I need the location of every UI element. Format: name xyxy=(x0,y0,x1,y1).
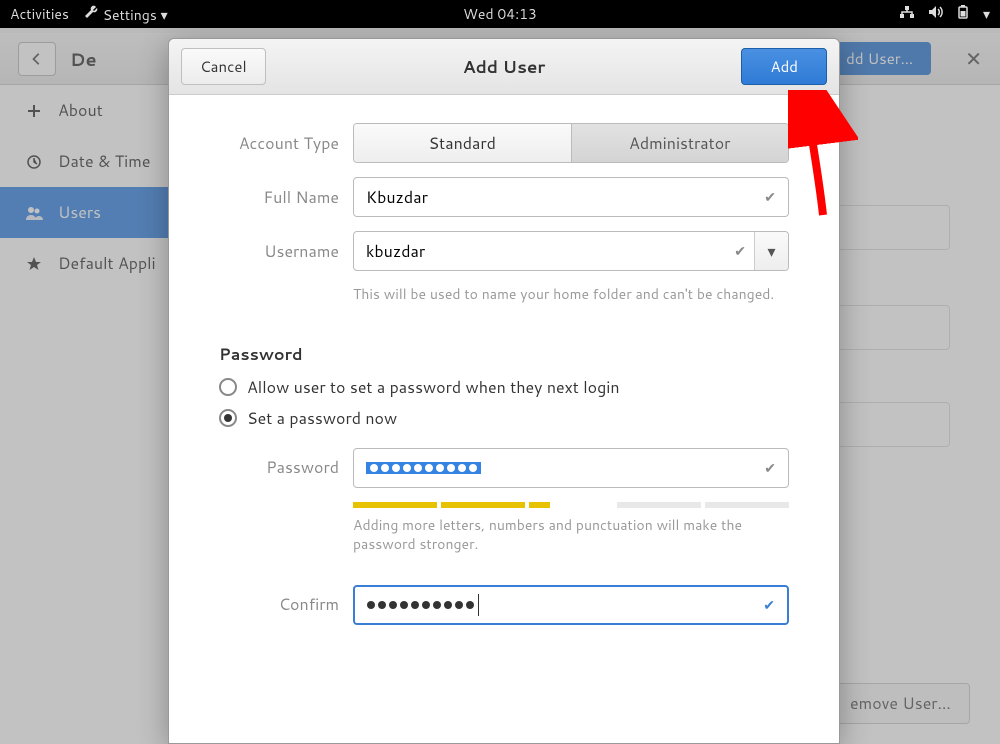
username-dropdown[interactable]: ▾ xyxy=(754,232,788,270)
username-field[interactable] xyxy=(366,240,726,263)
password-section-title: Password xyxy=(219,343,789,366)
confirm-input[interactable]: ✔ xyxy=(353,585,789,625)
dialog-header: Cancel Add User Add xyxy=(169,39,839,95)
radio-next-login[interactable] xyxy=(219,378,237,396)
activities-button[interactable]: Activities xyxy=(10,4,69,24)
password-help-text: Adding more letters, numbers and punctua… xyxy=(353,516,789,555)
text-caret xyxy=(478,594,479,616)
network-icon[interactable] xyxy=(899,4,915,25)
battery-icon[interactable] xyxy=(955,4,971,25)
wrench-icon xyxy=(83,4,99,25)
check-icon: ✔ xyxy=(763,595,775,615)
check-icon: ✔ xyxy=(734,241,746,261)
gnome-top-bar: Activities Settings ▾ Wed 04:13 ▾ xyxy=(0,0,1000,28)
add-button[interactable]: Add xyxy=(741,48,827,85)
password-strength-bar xyxy=(353,502,789,508)
radio-set-now[interactable] xyxy=(219,409,237,427)
full-name-label: Full Name xyxy=(219,186,339,209)
account-type-administrator[interactable]: Administrator xyxy=(571,124,789,162)
radio-set-now-label: Set a password now xyxy=(247,407,397,430)
radio-next-login-label: Allow user to set a password when they n… xyxy=(247,376,620,399)
username-label: Username xyxy=(219,240,339,263)
account-type-label: Account Type xyxy=(219,132,339,155)
system-menu-chevron-icon[interactable]: ▾ xyxy=(983,4,990,24)
confirm-label: Confirm xyxy=(219,593,339,616)
add-user-dialog: Cancel Add User Add Account Type Standar… xyxy=(168,38,840,744)
clock[interactable]: Wed 04:13 xyxy=(463,4,537,24)
radio-set-now-row[interactable]: Set a password now xyxy=(219,407,789,430)
radio-next-login-row[interactable]: Allow user to set a password when they n… xyxy=(219,376,789,399)
confirm-value xyxy=(367,601,474,609)
dialog-body: Account Type Standard Administrator Full… xyxy=(169,95,839,743)
password-value xyxy=(366,462,481,474)
account-type-toggle[interactable]: Standard Administrator xyxy=(353,123,789,163)
check-icon: ✔ xyxy=(764,187,776,207)
password-label: Password xyxy=(219,456,339,479)
full-name-input[interactable]: ✔ xyxy=(353,177,789,217)
settings-menu-label: Settings xyxy=(103,5,157,25)
username-help-text: This will be used to name your home fold… xyxy=(353,285,789,305)
username-input[interactable]: ✔ ▾ xyxy=(353,231,789,271)
password-input[interactable]: ✔ xyxy=(353,448,789,488)
cancel-button[interactable]: Cancel xyxy=(181,48,266,85)
account-type-standard[interactable]: Standard xyxy=(354,124,571,162)
dialog-title: Add User xyxy=(463,55,546,79)
chevron-down-icon: ▾ xyxy=(161,5,168,25)
settings-menu[interactable]: Settings ▾ xyxy=(83,4,168,25)
full-name-field[interactable] xyxy=(366,186,756,209)
volume-icon[interactable] xyxy=(927,4,943,25)
check-icon: ✔ xyxy=(764,458,776,478)
